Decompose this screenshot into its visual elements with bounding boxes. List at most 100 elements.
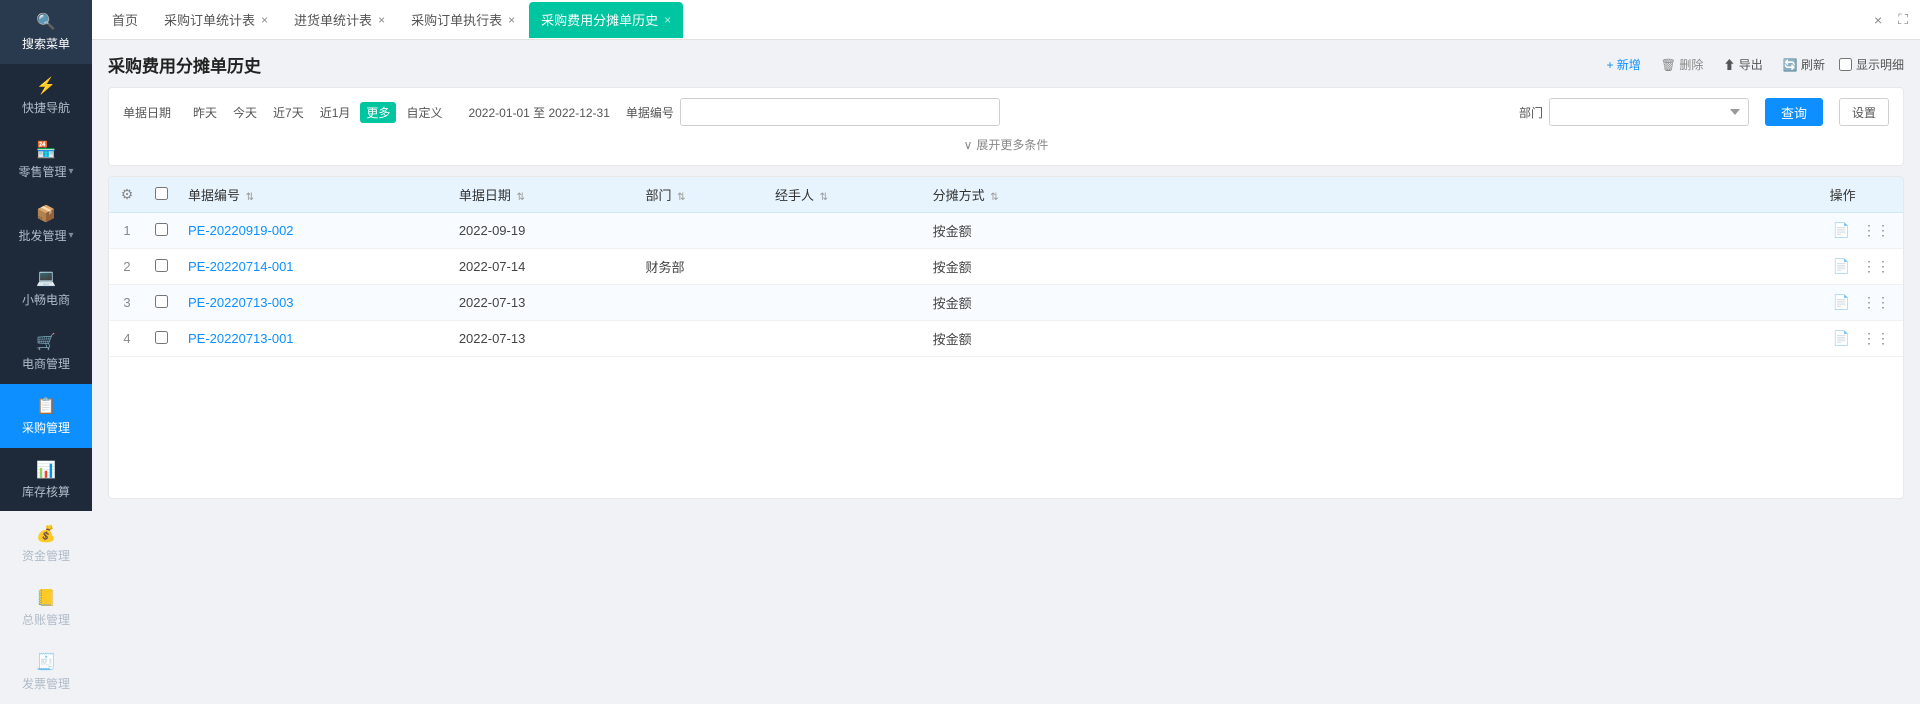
main-content: 首页 采购订单统计表 × 进货单统计表 × 采购订单执行表 × 采购费用分摊单历… [92,0,1920,511]
invoice-icon: 🧾 [36,652,56,672]
filter-row-1: 单据日期 昨天 今天 近7天 近1月 更多 自定义 2022-01-01 至 2… [123,98,1889,126]
purchase-icon: 📋 [36,396,56,416]
date-opt-7days[interactable]: 近7天 [267,102,310,123]
edit-icon[interactable]: 📄 [1830,292,1853,313]
sidebar-item-label: 搜索菜单 [22,35,70,52]
date-options: 昨天 今天 近7天 近1月 更多 自定义 [187,102,448,123]
micro-icon: 💻 [36,268,56,288]
dept-filter: 部门 [1519,98,1749,126]
select-all-checkbox[interactable] [155,187,168,200]
col-gear: ⚙ [109,177,145,213]
col-split-method: 分摊方式 ⇅ [923,177,1820,213]
col-order-num: 单据编号 ⇅ [178,177,449,213]
sidebar-item-retail[interactable]: 🏪 零售管理 ▾ [0,128,92,192]
expand-more-button[interactable]: ∨ 展开更多条件 [956,134,1057,155]
sort-icon: ⇅ [246,192,254,203]
export-button[interactable]: ⬆ 导出 [1717,52,1768,77]
tab-home[interactable]: 首页 [100,2,150,38]
settings-button[interactable]: 设置 [1839,98,1889,126]
row-checkbox[interactable] [155,331,168,344]
order-num-link[interactable]: PE-20220713-001 [188,331,294,346]
sidebar-item-invoice[interactable]: 🧾 发票管理 [0,640,92,704]
chevron-down-icon: ▾ [68,166,73,177]
sidebar-item-ecommerce[interactable]: 🛒 电商管理 [0,320,92,384]
sidebar-item-finance[interactable]: 💰 资金管理 [0,512,92,576]
row-checkbox[interactable] [155,223,168,236]
tab-bar: 首页 采购订单统计表 × 进货单统计表 × 采购订单执行表 × 采购费用分摊单历… [92,0,1920,40]
tab-purchase-cost-split[interactable]: 采购费用分摊单历史 × [529,2,683,38]
sidebar-item-quick[interactable]: ⚡ 快捷导航 [0,64,92,128]
page-header: 采购费用分摊单历史 + 新增 🗑 删除 ⬆ 导出 🔄 刷新 显示明细 [108,52,1904,77]
row-checkbox[interactable] [155,259,168,272]
sidebar-item-label: 资金管理 [22,547,70,564]
row-num: 3 [109,285,145,321]
tab-purchase-order-stats[interactable]: 采购订单统计表 × [152,2,280,38]
gear-icon[interactable]: ⚙ [121,186,134,202]
row-dept [635,213,765,249]
sidebar-item-label: 批发管理 [18,227,66,244]
row-checkbox-cell [145,321,178,357]
date-opt-today[interactable]: 今天 [227,102,263,123]
sidebar-item-micro[interactable]: 💻 小畅电商 [0,256,92,320]
expand-more-row: ∨ 展开更多条件 [123,134,1889,155]
wholesale-icon: 📦 [36,204,56,224]
sidebar-item-wholesale[interactable]: 📦 批发管理 ▾ [0,192,92,256]
date-opt-custom[interactable]: 自定义 [400,102,448,123]
sidebar-item-label: 零售管理 [18,163,66,180]
sidebar: 🔍 搜索菜单 ⚡ 快捷导航 🏪 零售管理 ▾ 📦 批发管理 ▾ 💻 小畅电商 🛒… [0,0,92,511]
more-icon[interactable]: ⋮⋮ [1859,256,1893,277]
tab-purchase-order-exec[interactable]: 采购订单执行表 × [399,2,527,38]
close-icon[interactable]: × [261,13,268,27]
date-range-display: 2022-01-01 至 2022-12-31 [468,104,609,121]
query-button[interactable]: 查询 [1765,98,1823,126]
order-num-link[interactable]: PE-20220714-001 [188,259,294,274]
row-handler [765,285,923,321]
refresh-button[interactable]: 🔄 刷新 [1777,52,1831,77]
delete-button[interactable]: 🗑 删除 [1655,52,1710,77]
table-row: 4 PE-20220713-001 2022-07-13 按金额 📄 ⋮⋮ [109,321,1903,357]
sidebar-item-search[interactable]: 🔍 搜索菜单 [0,0,92,64]
order-num-input[interactable] [680,98,1000,126]
row-actions: 📄 ⋮⋮ [1820,213,1903,249]
display-detail-checkbox[interactable] [1839,58,1852,71]
row-checkbox[interactable] [155,295,168,308]
tab-incoming-stats[interactable]: 进货单统计表 × [282,2,397,38]
row-handler [765,321,923,357]
order-num-link[interactable]: PE-20220919-002 [188,223,294,238]
ledger-icon: 📒 [36,588,56,608]
sidebar-item-ledger[interactable]: 📒 总账管理 [0,576,92,640]
dept-select[interactable] [1549,98,1749,126]
more-icon[interactable]: ⋮⋮ [1859,292,1893,313]
close-icon[interactable]: × [508,13,515,27]
date-opt-yesterday[interactable]: 昨天 [187,102,223,123]
date-opt-more[interactable]: 更多 [360,102,396,123]
more-icon[interactable]: ⋮⋮ [1859,220,1893,241]
order-num-link[interactable]: PE-20220713-003 [188,295,294,310]
col-handler: 经手人 ⇅ [765,177,923,213]
row-split-method: 按金额 [923,285,1820,321]
add-button[interactable]: + 新增 [1600,52,1646,77]
tab-purchase-order-exec-label: 采购订单执行表 [411,10,502,29]
row-date: 2022-09-19 [449,213,636,249]
inventory-icon: 📊 [36,460,56,480]
table-row: 3 PE-20220713-003 2022-07-13 按金额 📄 ⋮⋮ [109,285,1903,321]
close-icon[interactable]: × [378,13,385,27]
date-opt-1month[interactable]: 近1月 [314,102,357,123]
filter-area: 单据日期 昨天 今天 近7天 近1月 更多 自定义 2022-01-01 至 2… [108,87,1904,166]
col-date: 单据日期 ⇅ [449,177,636,213]
edit-icon[interactable]: 📄 [1830,256,1853,277]
maximize-icon[interactable]: ⛶ [1894,9,1912,30]
more-icon[interactable]: ⋮⋮ [1859,328,1893,349]
tab-home-label: 首页 [112,10,138,29]
edit-icon[interactable]: 📄 [1830,328,1853,349]
edit-icon[interactable]: 📄 [1830,220,1853,241]
sidebar-item-label: 快捷导航 [22,99,70,116]
sidebar-item-purchase[interactable]: 📋 采购管理 [0,384,92,448]
close-all-icon[interactable]: × [1870,10,1886,30]
row-actions: 📄 ⋮⋮ [1820,249,1903,285]
sidebar-item-label: 采购管理 [22,419,70,436]
close-icon[interactable]: × [664,13,671,27]
display-detail-toggle[interactable]: 显示明细 [1839,56,1904,73]
sidebar-item-inventory[interactable]: 📊 库存核算 [0,448,92,512]
chevron-down-icon: ▾ [68,230,73,241]
